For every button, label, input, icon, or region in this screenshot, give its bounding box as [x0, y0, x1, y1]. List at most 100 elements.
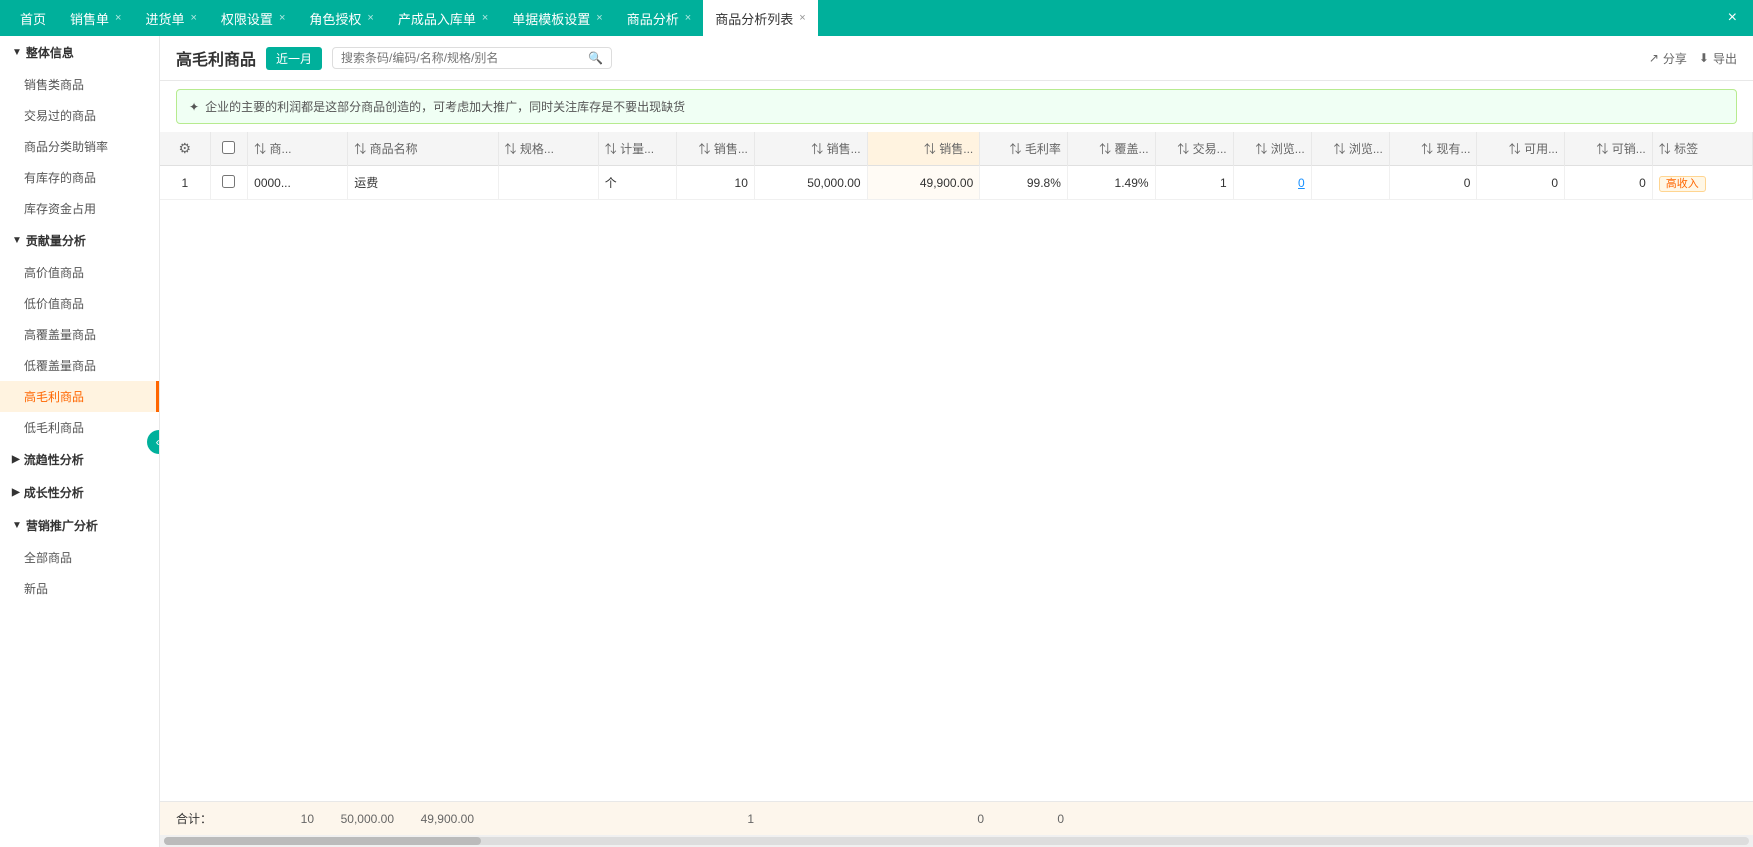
scrollbar-track	[164, 837, 1749, 845]
sort-icon-15[interactable]: ⇅	[1596, 142, 1608, 156]
row-checkbox[interactable]	[222, 175, 235, 188]
close-product-analysis[interactable]: ×	[685, 12, 691, 24]
sidebar-item-stock-funds[interactable]: 库存资金占用	[0, 193, 159, 224]
sidebar-group-overall[interactable]: ▼ 整体信息	[0, 36, 159, 69]
th-margin-rate: ⇅ 毛利率	[980, 132, 1068, 166]
export-button[interactable]: ⬇ 导出	[1699, 50, 1737, 67]
sidebar-item-new-goods[interactable]: 新品	[0, 573, 159, 604]
footer-trade: 1	[682, 812, 762, 826]
row-sale-profit: 99.8%	[980, 166, 1068, 200]
row-name: 运费	[348, 166, 498, 200]
sidebar-item-traded-goods[interactable]: 交易过的商品	[0, 100, 159, 131]
row-browse1: 0	[1233, 166, 1311, 200]
th-settings: ⚙	[160, 132, 210, 166]
sidebar-item-high-cover-goods[interactable]: 高覆盖量商品	[0, 319, 159, 350]
sidebar-item-low-value-goods[interactable]: 低价值商品	[0, 288, 159, 319]
info-banner: ✦ 企业的主要的利润都是这部分商品创造的，可考虑加大推广，同时关注库存是不要出现…	[176, 89, 1737, 124]
th-code: ⇅ 商...	[248, 132, 348, 166]
sidebar-item-category-assist[interactable]: 商品分类助销率	[0, 131, 159, 162]
th-tag: ⇅ 标签	[1652, 132, 1752, 166]
th-unit: ⇅ 计量...	[598, 132, 676, 166]
share-button[interactable]: ↗ 分享	[1649, 50, 1687, 67]
select-all-checkbox[interactable]	[222, 141, 235, 154]
th-browse1: ⇅ 浏览...	[1233, 132, 1311, 166]
row-checkbox-cell	[210, 166, 248, 200]
table-row: 1 0000... 运费	[160, 166, 1753, 200]
search-input[interactable]	[341, 51, 588, 65]
sidebar-group-contribution[interactable]: ▼ 贡献量分析	[0, 224, 159, 257]
th-browse2: ⇅ 浏览...	[1311, 132, 1389, 166]
settings-icon[interactable]: ⚙	[179, 140, 192, 156]
sort-icon-12[interactable]: ⇅	[1333, 142, 1345, 156]
sidebar-group-trend[interactable]: ▶ 流趋性分析	[0, 443, 159, 476]
sort-icon-8[interactable]: ⇅	[1010, 142, 1022, 156]
sort-icon-14[interactable]: ⇅	[1509, 142, 1521, 156]
sidebar-item-high-value-goods[interactable]: 高价值商品	[0, 257, 159, 288]
footer-label: 合计：	[176, 810, 212, 827]
sort-icon[interactable]: ⇅	[254, 142, 266, 156]
sort-icon-16[interactable]: ⇅	[1659, 142, 1671, 156]
info-icon: ✦	[189, 100, 199, 114]
row-tag: 高收入	[1652, 166, 1752, 200]
window-close-button[interactable]: ×	[1720, 5, 1745, 31]
sort-icon-11[interactable]: ⇅	[1255, 142, 1267, 156]
close-product-analysis-list[interactable]: ×	[799, 12, 805, 24]
sidebar-group-marketing[interactable]: ▼ 营销推广分析	[0, 509, 159, 542]
sidebar-item-sales-goods[interactable]: 销售类商品	[0, 69, 159, 100]
footer-stock2: 0	[992, 812, 1072, 826]
close-permission-settings[interactable]: ×	[279, 12, 285, 24]
sidebar-item-low-cover-goods[interactable]: 低覆盖量商品	[0, 350, 159, 381]
nav-home[interactable]: 首页	[8, 0, 58, 36]
footer-stock1: 0	[912, 812, 992, 826]
sort-icon-3[interactable]: ⇅	[505, 142, 517, 156]
arrow-down-icon-3: ▼	[12, 520, 22, 531]
sort-icon-5[interactable]: ⇅	[699, 142, 711, 156]
row-code: 0000...	[248, 166, 348, 200]
th-sale-profit: ⇅ 销售...	[867, 132, 980, 166]
time-filter-button[interactable]: 近一月	[266, 47, 322, 70]
nav-purchase-order[interactable]: 进货单 ×	[133, 0, 208, 36]
sidebar-item-in-stock-goods[interactable]: 有库存的商品	[0, 162, 159, 193]
sidebar-item-all-goods[interactable]: 全部商品	[0, 542, 159, 573]
sidebar: ▼ 整体信息 销售类商品 交易过的商品 商品分类助销率 有库存的商品 库存资金占…	[0, 36, 160, 847]
nav-permission-settings[interactable]: 权限设置 ×	[209, 0, 297, 36]
scrollbar-thumb[interactable]	[164, 837, 481, 845]
row-cover-rate: 1.49%	[1067, 166, 1155, 200]
nav-product-instock[interactable]: 产成品入库单 ×	[386, 0, 500, 36]
sidebar-item-high-margin-goods[interactable]: 高毛利商品	[0, 381, 159, 412]
th-trade: ⇅ 交易...	[1155, 132, 1233, 166]
sidebar-item-low-margin-goods[interactable]: 低毛利商品	[0, 412, 159, 443]
sort-icon-6[interactable]: ⇅	[811, 142, 823, 156]
row-sale-cost: 49,900.00	[867, 166, 980, 200]
high-income-tag: 高收入	[1659, 176, 1706, 192]
top-navigation: 首页 销售单 × 进货单 × 权限设置 × 角色授权 × 产成品入库单 × 单据…	[0, 0, 1753, 36]
row-stock2: 0	[1477, 166, 1565, 200]
sort-icon-7[interactable]: ⇅	[924, 142, 936, 156]
nav-product-analysis-list[interactable]: 商品分析列表 ×	[703, 0, 817, 36]
footer-values: 10 50,000.00 49,900.00 1 0 0	[242, 812, 1072, 826]
th-sale-amount: ⇅ 销售...	[754, 132, 867, 166]
footer-sale-cost: 49,900.00	[402, 812, 482, 826]
row-sale3: 0	[1565, 166, 1653, 200]
sort-icon-9[interactable]: ⇅	[1099, 142, 1111, 156]
close-purchase-order[interactable]: ×	[190, 12, 196, 24]
sort-icon-4[interactable]: ⇅	[605, 142, 617, 156]
sidebar-group-growth[interactable]: ▶ 成长性分析	[0, 476, 159, 509]
sort-icon-10[interactable]: ⇅	[1177, 142, 1189, 156]
search-icon[interactable]: 🔍	[588, 51, 603, 65]
nav-template-settings[interactable]: 单据模板设置 ×	[500, 0, 614, 36]
nav-product-analysis[interactable]: 商品分析 ×	[615, 0, 703, 36]
table-footer: 合计： 10 50,000.00 49,900.00 1 0 0	[160, 801, 1753, 835]
arrow-right-icon-2: ▶	[12, 487, 20, 498]
nav-sales-order[interactable]: 销售单 ×	[58, 0, 133, 36]
close-product-instock[interactable]: ×	[482, 12, 488, 24]
sort-icon-2[interactable]: ⇅	[354, 142, 366, 156]
horizontal-scrollbar[interactable]	[160, 835, 1753, 847]
share-icon: ↗	[1649, 51, 1659, 65]
row-stock1: 0	[1389, 166, 1477, 200]
close-sales-order[interactable]: ×	[115, 12, 121, 24]
close-role-auth[interactable]: ×	[367, 12, 373, 24]
nav-role-auth[interactable]: 角色授权 ×	[297, 0, 385, 36]
close-template-settings[interactable]: ×	[596, 12, 602, 24]
sort-icon-13[interactable]: ⇅	[1421, 142, 1433, 156]
